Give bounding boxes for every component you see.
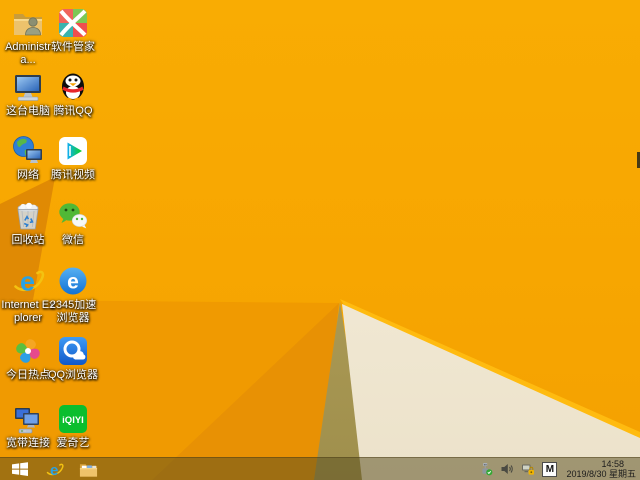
volume-icon[interactable] xyxy=(500,462,514,476)
tencent-video-icon xyxy=(56,134,90,168)
2345-browser-icon: e xyxy=(56,264,90,298)
today-hotspot-icon xyxy=(11,334,45,368)
start-button[interactable] xyxy=(9,459,31,480)
desktop-icon-label: 微信 xyxy=(62,234,84,246)
desktop-icon-iqiyi[interactable]: iQIYI 爱奇艺 xyxy=(45,402,101,450)
iqiyi-icon: iQIYI xyxy=(56,402,90,436)
taskbar-file-explorer-button[interactable] xyxy=(77,459,99,480)
desktop-icon-qq-browser[interactable]: QQ浏览器 xyxy=(45,334,101,382)
desktop-icon-label: 2345加速浏览器 xyxy=(49,299,97,324)
svg-text:e: e xyxy=(50,461,58,478)
software-manager-icon xyxy=(56,6,90,40)
desktop-icon-label: 爱奇艺 xyxy=(56,437,90,449)
clock-date: 2019/8/30 星期五 xyxy=(566,469,636,479)
desktop-icon-wechat[interactable]: 微信 xyxy=(45,199,101,247)
desktop: Administra... 软件管家 这台电脑 腾讯QQ 网络 腾讯视频 回收站… xyxy=(0,0,640,480)
svg-text:iQIYI: iQIYI xyxy=(62,415,84,426)
taskbar-ie-button[interactable]: e xyxy=(43,459,65,480)
ie-icon: e xyxy=(45,460,64,479)
broadband-icon xyxy=(11,402,45,436)
network-icon xyxy=(11,134,45,168)
qq-icon xyxy=(56,70,90,104)
this-pc-icon xyxy=(11,70,45,104)
taskbar-clock[interactable]: 14:58 2019/8/30 星期五 xyxy=(564,459,636,479)
desktop-icon-label: 腾讯QQ xyxy=(53,105,93,117)
windows-start-icon xyxy=(11,461,29,477)
ie-icon: e xyxy=(11,264,45,298)
system-tray: M 14:58 2019/8/30 星期五 xyxy=(479,458,636,480)
qq-browser-icon xyxy=(56,334,90,368)
input-method-indicator[interactable]: M xyxy=(542,461,558,477)
desktop-icon-qq[interactable]: 腾讯QQ xyxy=(45,70,101,118)
network-warning-icon[interactable] xyxy=(521,462,535,476)
clock-time: 14:58 xyxy=(601,459,624,469)
desktop-icon-label: QQ浏览器 xyxy=(47,369,99,381)
desktop-icon-software-manager[interactable]: 软件管家 xyxy=(45,6,101,54)
file-explorer-icon xyxy=(79,461,98,478)
usb-safely-remove-icon[interactable] xyxy=(479,462,493,476)
desktop-icon-label: 腾讯视频 xyxy=(51,169,95,181)
svg-text:e: e xyxy=(20,267,35,297)
recycle-bin-icon xyxy=(11,199,45,233)
desktop-icon-tencent-video[interactable]: 腾讯视频 xyxy=(45,134,101,182)
taskbar: e M 14:58 2019/8/30 星期五 xyxy=(0,457,640,480)
svg-text:e: e xyxy=(67,271,79,294)
desktop-icon-label: 软件管家 xyxy=(51,41,95,53)
desktop-icon-2345-browser[interactable]: e 2345加速浏览器 xyxy=(45,264,101,325)
user-folder-icon xyxy=(11,6,45,40)
wechat-icon xyxy=(56,199,90,233)
